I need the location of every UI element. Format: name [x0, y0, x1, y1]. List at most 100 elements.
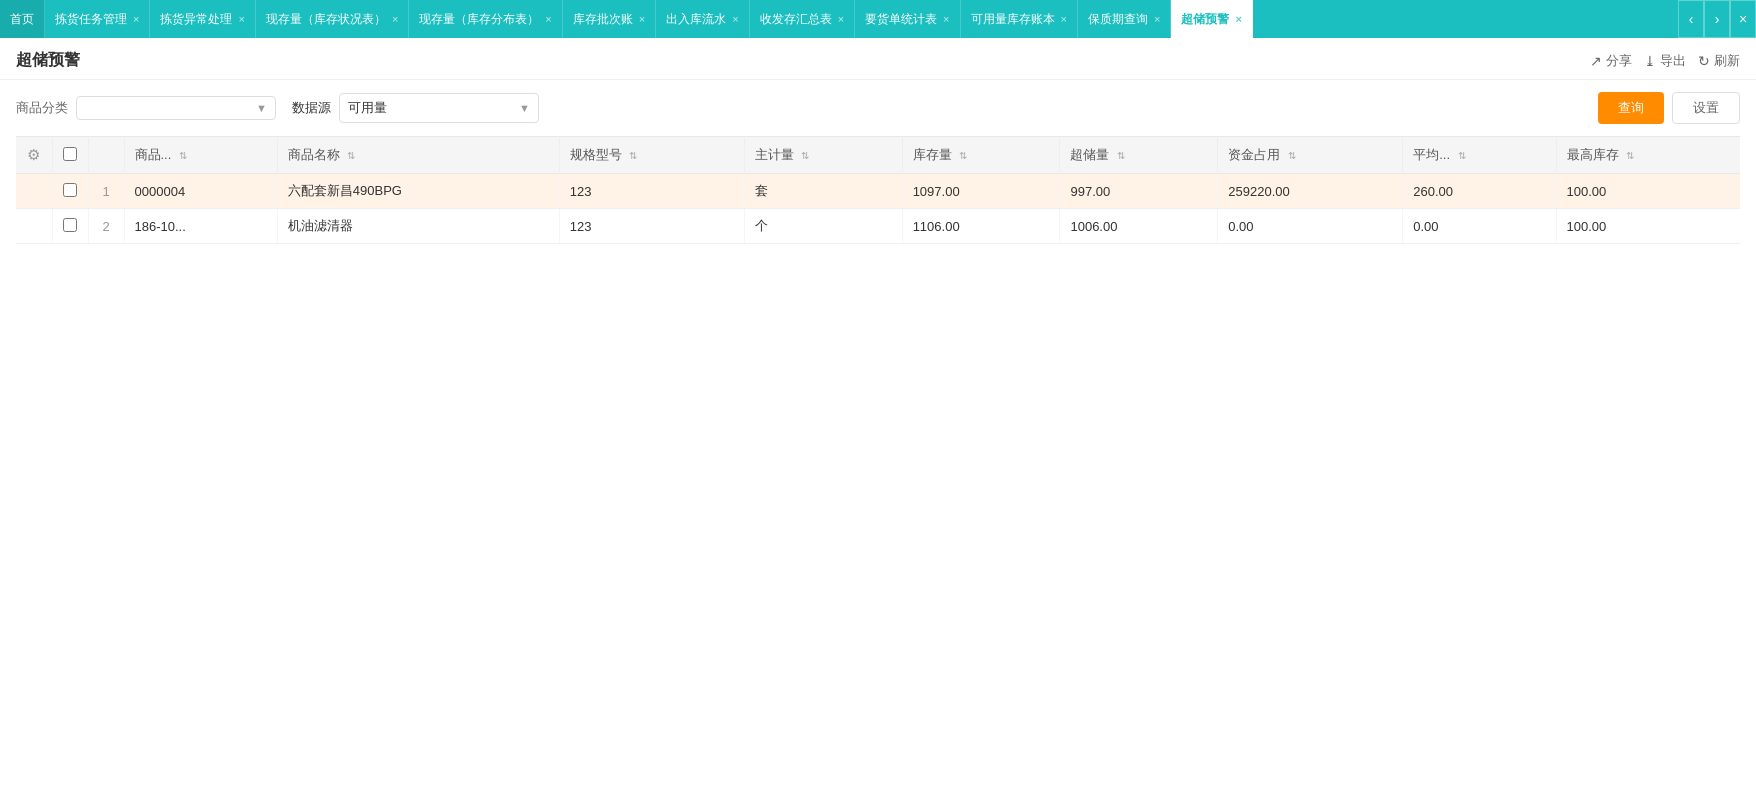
close-inout-flow[interactable]: × — [732, 13, 738, 25]
page-title: 超储预警 — [16, 50, 80, 71]
filter-bar: 商品分类 ▼ 数据源 可用量 ▼ 查询 设置 — [0, 80, 1756, 136]
sort-spec-icon: ⇅ — [629, 150, 637, 161]
cell-checkbox[interactable] — [52, 174, 88, 209]
cell-code: 186-10... — [124, 209, 277, 244]
nav-arrows: ‹ › × — [1678, 0, 1756, 38]
datasource-dropdown-icon: ▼ — [519, 102, 530, 114]
nav-available-ledger[interactable]: 可用量库存账本 × — [961, 0, 1078, 38]
page-header: 超储预警 ↗ 分享 ⤓ 导出 ↻ 刷新 — [0, 38, 1756, 80]
nav-picking-exception[interactable]: 拣货异常处理 × — [150, 0, 255, 38]
table-row: 2 186-10... 机油滤清器 123 个 1106.00 1006.00 … — [16, 209, 1740, 244]
nav-inout-flow[interactable]: 出入库流水 × — [656, 0, 749, 38]
cell-checkbox[interactable] — [52, 209, 88, 244]
refresh-button[interactable]: ↻ 刷新 — [1698, 52, 1740, 70]
cell-name: 六配套新昌490BPG — [277, 174, 559, 209]
sort-overstock-icon: ⇅ — [1117, 150, 1125, 161]
share-icon: ↗ — [1590, 53, 1602, 69]
datasource-filter: 数据源 可用量 ▼ — [292, 93, 539, 123]
sort-name-icon: ⇅ — [347, 150, 355, 161]
settings-gear-icon[interactable]: ⚙ — [27, 146, 40, 163]
th-settings[interactable]: ⚙ — [16, 137, 52, 174]
category-filter: 商品分类 ▼ — [16, 96, 276, 120]
cell-capital: 259220.00 — [1218, 174, 1403, 209]
cell-gear — [16, 209, 52, 244]
settings-button[interactable]: 设置 — [1672, 92, 1740, 124]
close-inventory-distribution[interactable]: × — [545, 13, 551, 25]
cell-stock: 1106.00 — [902, 209, 1060, 244]
th-checkbox[interactable] — [52, 137, 88, 174]
cell-capital: 0.00 — [1218, 209, 1403, 244]
table-container: ⚙ 商品... ⇅ 商品名称 ⇅ 规格型号 — [0, 136, 1756, 244]
cell-gear — [16, 174, 52, 209]
th-product-name[interactable]: 商品名称 ⇅ — [277, 137, 559, 174]
cell-code: 0000004 — [124, 174, 277, 209]
category-dropdown-icon: ▼ — [256, 102, 267, 114]
export-button[interactable]: ⤓ 导出 — [1644, 52, 1686, 70]
select-all-checkbox[interactable] — [63, 147, 77, 161]
cell-avg: 0.00 — [1403, 209, 1556, 244]
close-inventory-status[interactable]: × — [392, 13, 398, 25]
th-product-code[interactable]: 商品... ⇅ — [124, 137, 277, 174]
sort-unit-icon: ⇅ — [801, 150, 809, 161]
refresh-icon: ↻ — [1698, 53, 1710, 69]
close-picking-exception[interactable]: × — [238, 13, 244, 25]
cell-spec: 123 — [559, 174, 744, 209]
nav-batch-account[interactable]: 库存批次账 × — [563, 0, 656, 38]
nav-next-button[interactable]: › — [1704, 0, 1730, 38]
cell-over: 997.00 — [1060, 174, 1218, 209]
nav-home[interactable]: 首页 — [0, 0, 45, 38]
nav-requisition-stats[interactable]: 要货单统计表 × — [855, 0, 960, 38]
table-body: 1 0000004 六配套新昌490BPG 123 套 1097.00 997.… — [16, 174, 1740, 244]
th-avg[interactable]: 平均... ⇅ — [1403, 137, 1556, 174]
nav-inventory-status[interactable]: 现存量（库存状况表） × — [256, 0, 409, 38]
datasource-select[interactable]: 可用量 ▼ — [339, 93, 539, 123]
sort-avg-icon: ⇅ — [1458, 150, 1466, 161]
share-button[interactable]: ↗ 分享 — [1590, 52, 1632, 70]
close-batch-account[interactable]: × — [639, 13, 645, 25]
close-overstock-warning[interactable]: × — [1235, 13, 1241, 25]
nav-receive-summary[interactable]: 收发存汇总表 × — [750, 0, 855, 38]
cell-num: 2 — [88, 209, 124, 244]
close-quality-query[interactable]: × — [1154, 13, 1160, 25]
cell-unit: 个 — [744, 209, 902, 244]
nav-inventory-distribution[interactable]: 现存量（库存分布表） × — [409, 0, 562, 38]
nav-prev-button[interactable]: ‹ — [1678, 0, 1704, 38]
row-checkbox-0[interactable] — [63, 183, 77, 197]
sort-stock-icon: ⇅ — [959, 150, 967, 161]
sort-capital-icon: ⇅ — [1288, 150, 1296, 161]
close-available-ledger[interactable]: × — [1061, 13, 1067, 25]
category-select[interactable]: ▼ — [76, 96, 276, 120]
th-unit[interactable]: 主计量 ⇅ — [744, 137, 902, 174]
cell-unit: 套 — [744, 174, 902, 209]
th-capital[interactable]: 资金占用 ⇅ — [1218, 137, 1403, 174]
row-checkbox-1[interactable] — [63, 218, 77, 232]
nav-quality-query[interactable]: 保质期查询 × — [1078, 0, 1171, 38]
datasource-select-value: 可用量 — [348, 99, 387, 117]
top-navigation: 首页 拣货任务管理 × 拣货异常处理 × 现存量（库存状况表） × 现存量（库存… — [0, 0, 1756, 38]
th-stock[interactable]: 库存量 ⇅ — [902, 137, 1060, 174]
nav-close-all-button[interactable]: × — [1730, 0, 1756, 38]
close-receive-summary[interactable]: × — [838, 13, 844, 25]
cell-spec: 123 — [559, 209, 744, 244]
main-content: 超储预警 ↗ 分享 ⤓ 导出 ↻ 刷新 商品分类 ▼ 数据源 — [0, 38, 1756, 800]
sort-maxstock-icon: ⇅ — [1626, 150, 1634, 161]
overstock-table: ⚙ 商品... ⇅ 商品名称 ⇅ 规格型号 — [16, 136, 1740, 244]
cell-maxstock: 100.00 — [1556, 174, 1740, 209]
close-picking-task[interactable]: × — [133, 13, 139, 25]
cell-maxstock: 100.00 — [1556, 209, 1740, 244]
cell-stock: 1097.00 — [902, 174, 1060, 209]
th-max-stock[interactable]: 最高库存 ⇅ — [1556, 137, 1740, 174]
filter-actions: 查询 设置 — [1598, 92, 1740, 124]
cell-over: 1006.00 — [1060, 209, 1218, 244]
close-requisition-stats[interactable]: × — [943, 13, 949, 25]
table-row: 1 0000004 六配套新昌490BPG 123 套 1097.00 997.… — [16, 174, 1740, 209]
query-button[interactable]: 查询 — [1598, 92, 1664, 124]
sort-code-icon: ⇅ — [179, 150, 187, 161]
th-row-number — [88, 137, 124, 174]
table-header-row: ⚙ 商品... ⇅ 商品名称 ⇅ 规格型号 — [16, 137, 1740, 174]
th-overstock[interactable]: 超储量 ⇅ — [1060, 137, 1218, 174]
nav-picking-task[interactable]: 拣货任务管理 × — [45, 0, 150, 38]
cell-num: 1 — [88, 174, 124, 209]
th-spec[interactable]: 规格型号 ⇅ — [559, 137, 744, 174]
nav-overstock-warning[interactable]: 超储预警 × — [1171, 0, 1252, 38]
